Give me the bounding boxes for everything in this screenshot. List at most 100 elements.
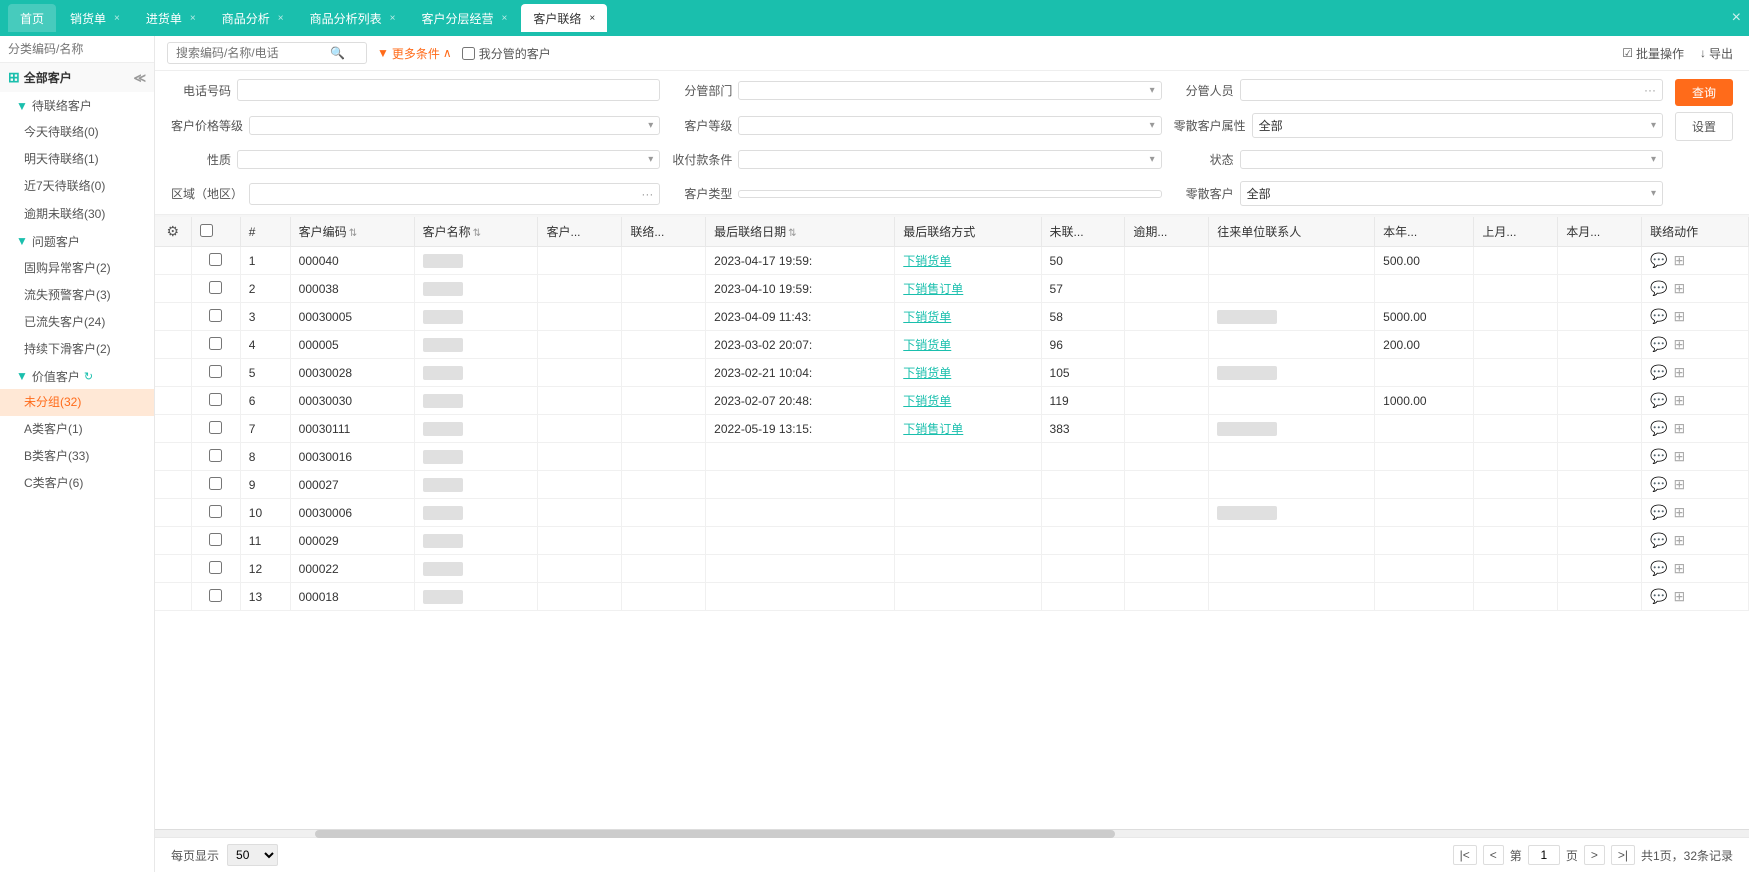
method-link[interactable]: 下销货单 bbox=[903, 310, 951, 324]
nature-select[interactable]: ▾ bbox=[237, 150, 660, 169]
chat-icon[interactable]: 💬 bbox=[1650, 336, 1667, 353]
tab-customer-layer[interactable]: 客户分层经营 × bbox=[409, 4, 519, 32]
tab-customer-contact[interactable]: 客户联络 × bbox=[521, 4, 607, 32]
scatter-customer-select[interactable]: 全部 ▾ bbox=[1240, 181, 1663, 206]
grid-action-icon[interactable]: ⊞ bbox=[1674, 420, 1686, 437]
sidebar-item-overdue[interactable]: 逾期未联络(30) bbox=[0, 201, 154, 228]
score-group-header[interactable]: ▼ 价值客户 ↻ bbox=[0, 364, 154, 389]
export-btn[interactable]: ↓ 导出 bbox=[1696, 43, 1737, 64]
sidebar-item-tomorrow[interactable]: 明天待联络(1) bbox=[0, 146, 154, 173]
chat-icon[interactable]: 💬 bbox=[1650, 308, 1667, 325]
last-page-btn[interactable]: >| bbox=[1611, 845, 1635, 865]
phone-input[interactable] bbox=[237, 79, 660, 101]
sidebar-item-ungroup[interactable]: 未分组(32) bbox=[0, 389, 154, 416]
sidebar-search-input[interactable] bbox=[8, 42, 155, 56]
sidebar-item-7days[interactable]: 近7天待联络(0) bbox=[0, 173, 154, 200]
chat-icon[interactable]: 💬 bbox=[1650, 364, 1667, 381]
payment-select[interactable]: ▾ bbox=[738, 150, 1161, 169]
tab-purchase[interactable]: 进货单 × bbox=[134, 4, 208, 32]
chat-icon[interactable]: 💬 bbox=[1650, 476, 1667, 493]
row-checkbox[interactable] bbox=[209, 281, 222, 294]
grid-action-icon[interactable]: ⊞ bbox=[1674, 504, 1686, 521]
name-sort-icon[interactable]: ⇅ bbox=[473, 228, 481, 239]
grid-action-icon[interactable]: ⊞ bbox=[1674, 252, 1686, 269]
row-checkbox[interactable] bbox=[209, 253, 222, 266]
method-link[interactable]: 下销货单 bbox=[903, 254, 951, 268]
th-gear[interactable]: ⚙ bbox=[155, 217, 191, 247]
chat-icon[interactable]: 💬 bbox=[1650, 532, 1667, 549]
gear-icon[interactable]: ⚙ bbox=[166, 223, 179, 239]
chat-icon[interactable]: 💬 bbox=[1650, 588, 1667, 605]
row-checkbox[interactable] bbox=[209, 421, 222, 434]
close-customer-contact-icon[interactable]: × bbox=[589, 13, 595, 24]
scrollbar-thumb[interactable] bbox=[315, 830, 1115, 838]
sidebar-item-today[interactable]: 今天待联络(0) bbox=[0, 119, 154, 146]
sidebar-item-abnormal[interactable]: 固购异常客户(2) bbox=[0, 255, 154, 282]
chat-icon[interactable]: 💬 bbox=[1650, 280, 1667, 297]
first-page-btn[interactable]: |< bbox=[1453, 845, 1477, 865]
chat-icon[interactable]: 💬 bbox=[1650, 560, 1667, 577]
more-filters-btn[interactable]: ▼ 更多条件 ∧ bbox=[377, 45, 452, 62]
row-checkbox[interactable] bbox=[209, 533, 222, 546]
batch-ops-btn[interactable]: ☑ 批量操作 bbox=[1618, 43, 1688, 64]
problem-group-header[interactable]: ▼ 问题客户 bbox=[0, 228, 154, 255]
close-customer-layer-icon[interactable]: × bbox=[501, 13, 507, 24]
search-icon[interactable]: 🔍 bbox=[330, 46, 345, 60]
tab-analysis-list[interactable]: 商品分析列表 × bbox=[298, 4, 408, 32]
tab-analysis[interactable]: 商品分析 × bbox=[210, 4, 296, 32]
status-select[interactable]: ▾ bbox=[1240, 150, 1663, 169]
customer-grade-select[interactable]: ▾ bbox=[738, 116, 1161, 135]
method-link[interactable]: 下销售订单 bbox=[903, 282, 963, 296]
all-customers-header[interactable]: ⊞ 全部客户 ≪ bbox=[0, 63, 154, 92]
region-select[interactable]: ··· bbox=[249, 183, 660, 205]
sidebar-item-c-class[interactable]: C类客户(6) bbox=[0, 470, 154, 497]
dept-select[interactable]: ▾ bbox=[738, 81, 1161, 100]
close-purchase-icon[interactable]: × bbox=[190, 13, 196, 24]
row-checkbox[interactable] bbox=[209, 309, 222, 322]
method-link[interactable]: 下销售订单 bbox=[903, 422, 963, 436]
chat-icon[interactable]: 💬 bbox=[1650, 420, 1667, 437]
close-sales-icon[interactable]: × bbox=[114, 13, 120, 24]
sidebar-item-churned[interactable]: 已流失客户(24) bbox=[0, 309, 154, 336]
grid-action-icon[interactable]: ⊞ bbox=[1674, 280, 1686, 297]
query-button[interactable]: 查询 bbox=[1675, 79, 1733, 106]
row-checkbox[interactable] bbox=[209, 589, 222, 602]
scatter-attr-select[interactable]: 全部 ▾ bbox=[1252, 113, 1663, 138]
price-grade-select[interactable]: ▾ bbox=[249, 116, 660, 135]
method-link[interactable]: 下销货单 bbox=[903, 394, 951, 408]
row-checkbox[interactable] bbox=[209, 505, 222, 518]
close-analysis-icon[interactable]: × bbox=[278, 13, 284, 24]
method-link[interactable]: 下销货单 bbox=[903, 338, 951, 352]
tab-home[interactable]: 首页 bbox=[8, 4, 56, 32]
chat-icon[interactable]: 💬 bbox=[1650, 392, 1667, 409]
sidebar-item-a-class[interactable]: A类客户(1) bbox=[0, 416, 154, 443]
chat-icon[interactable]: 💬 bbox=[1650, 252, 1667, 269]
grid-action-icon[interactable]: ⊞ bbox=[1674, 364, 1686, 381]
sidebar-item-b-class[interactable]: B类客户(33) bbox=[0, 443, 154, 470]
chat-icon[interactable]: 💬 bbox=[1650, 504, 1667, 521]
row-checkbox[interactable] bbox=[209, 449, 222, 462]
sidebar-item-churn-warning[interactable]: 流失预警客户(3) bbox=[0, 282, 154, 309]
manager-dots[interactable]: ··· bbox=[1644, 83, 1656, 97]
region-dots[interactable]: ··· bbox=[641, 187, 653, 201]
reset-button[interactable]: 设置 bbox=[1675, 112, 1733, 141]
grid-action-icon[interactable]: ⊞ bbox=[1674, 308, 1686, 325]
tab-sales[interactable]: 销货单 × bbox=[58, 4, 132, 32]
window-close-button[interactable]: × bbox=[1732, 9, 1741, 27]
row-checkbox[interactable] bbox=[209, 561, 222, 574]
next-page-btn[interactable]: > bbox=[1584, 845, 1605, 865]
my-customers-checkbox[interactable] bbox=[462, 47, 475, 60]
collapse-icon[interactable]: ≪ bbox=[133, 71, 146, 85]
page-input[interactable] bbox=[1528, 845, 1560, 865]
grid-action-icon[interactable]: ⊞ bbox=[1674, 336, 1686, 353]
close-analysis-list-icon[interactable]: × bbox=[390, 13, 396, 24]
prev-page-btn[interactable]: < bbox=[1483, 845, 1504, 865]
row-checkbox[interactable] bbox=[209, 337, 222, 350]
per-page-select[interactable]: 50 100 bbox=[227, 844, 278, 866]
grid-action-icon[interactable]: ⊞ bbox=[1674, 448, 1686, 465]
code-sort-icon[interactable]: ⇅ bbox=[349, 228, 357, 239]
grid-action-icon[interactable]: ⊞ bbox=[1674, 588, 1686, 605]
waiting-group-header[interactable]: ▼ 待联络客户 bbox=[0, 92, 154, 119]
manager-select[interactable]: ··· bbox=[1240, 79, 1663, 101]
date-sort-icon[interactable]: ⇅ bbox=[788, 228, 796, 239]
